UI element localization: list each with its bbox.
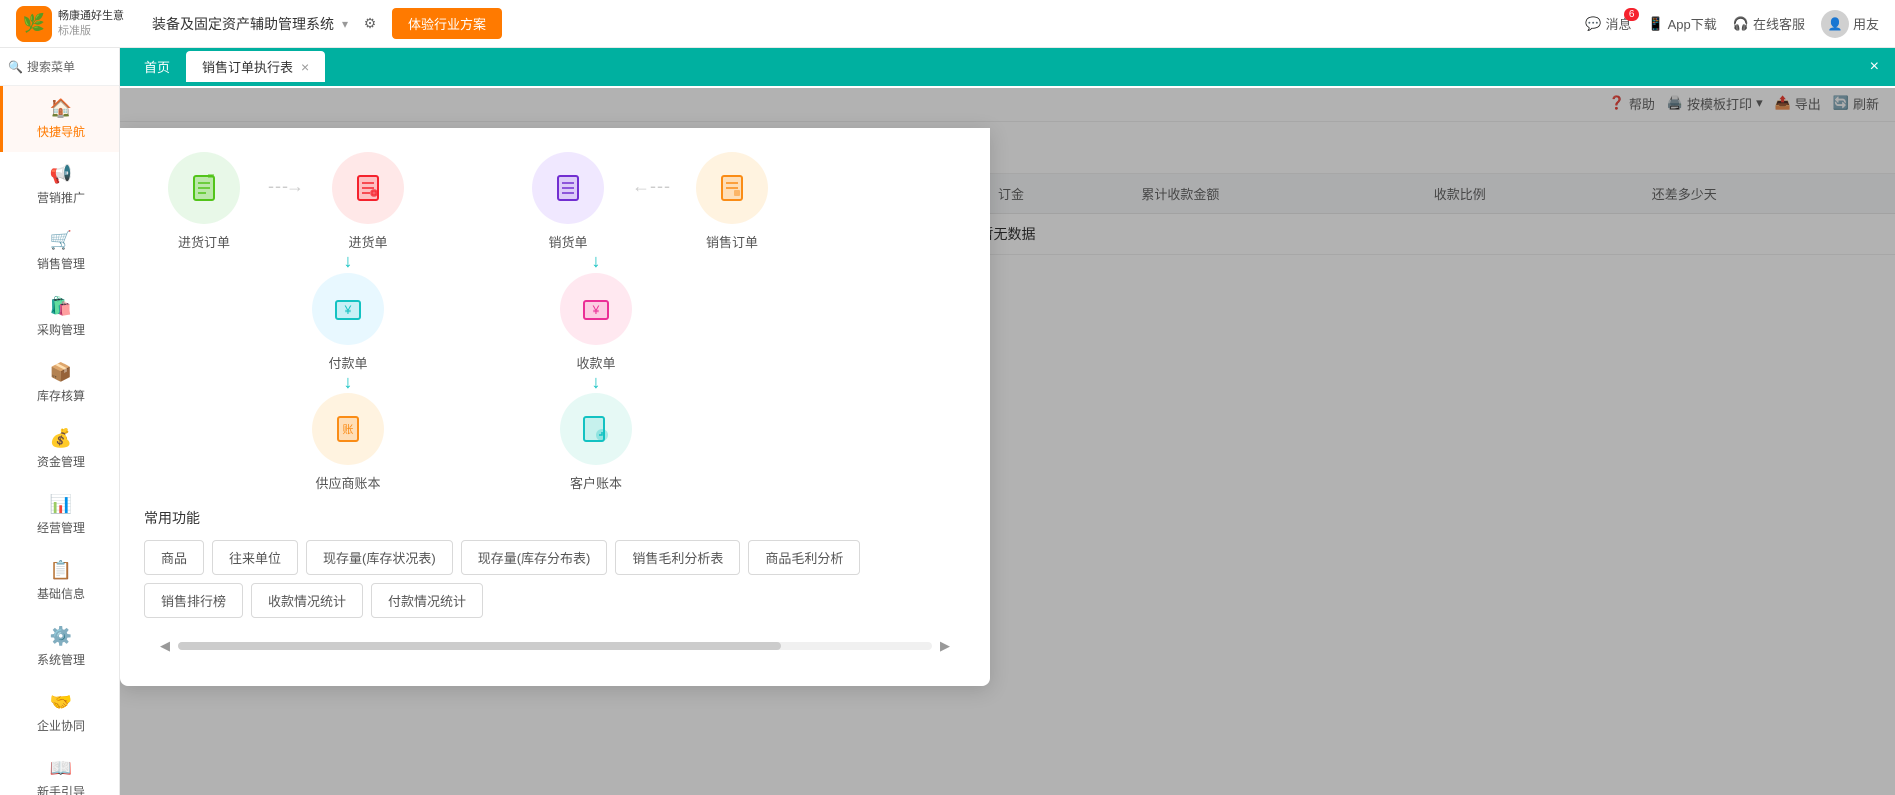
arrow-sale-order-to-bill: ←- - - bbox=[632, 176, 668, 197]
common-btn-goods[interactable]: 商品 bbox=[144, 540, 204, 575]
common-buttons-row-1: 商品 往来单位 现存量(库存状况表) 现存量(库存分布表) 销售毛利分析表 商品… bbox=[144, 540, 966, 575]
flow-node-sale-bill[interactable]: 销货单 bbox=[532, 152, 604, 251]
flow-node-customer-ledger[interactable]: 客户账本 bbox=[560, 393, 632, 492]
svg-text:账: 账 bbox=[343, 423, 354, 436]
logo-area: 🌿 畅康通好生意 标准版 bbox=[16, 6, 136, 42]
logo-text: 畅康通好生意 标准版 bbox=[58, 9, 124, 38]
sidebar-item-quick-nav[interactable]: 🏠 快捷导航 bbox=[0, 86, 119, 152]
scroll-track bbox=[178, 642, 932, 650]
logo-icon: 🌿 bbox=[16, 6, 52, 42]
basic-info-icon: 📋 bbox=[50, 560, 72, 581]
common-btn-goods-gross[interactable]: 商品毛利分析 bbox=[748, 540, 860, 575]
scroll-thumb[interactable] bbox=[178, 642, 781, 650]
flow-node-receipt[interactable]: ¥ 收款单 bbox=[560, 273, 632, 372]
flow-node-purchase-order[interactable]: 进货订单 bbox=[168, 152, 240, 251]
content-area: 首页 销售订单执行表 × × ❓ 帮助 🖨️ 按模板打印 bbox=[120, 48, 1895, 795]
common-btn-payment-stats[interactable]: 付款情况统计 bbox=[371, 583, 483, 618]
sidebar-item-guide[interactable]: 📖 新手引导 bbox=[0, 746, 119, 795]
purchase-order-icon bbox=[168, 152, 240, 224]
sidebar: 🔍 搜索菜单 🏠 快捷导航 📢 营销推广 🛒 销售管理 🛍️ 采购管理 📦 bbox=[0, 48, 120, 795]
tab-sales-order[interactable]: 销售订单执行表 × bbox=[186, 51, 325, 82]
app-download-btn[interactable]: 📱 App下载 bbox=[1647, 14, 1716, 33]
flow-node-payment[interactable]: ¥ 付款单 bbox=[312, 273, 384, 372]
common-buttons-row-2: 销售排行榜 收款情况统计 付款情况统计 bbox=[144, 583, 966, 618]
common-btn-stock-dist[interactable]: 现存量(库存分布表) bbox=[461, 540, 608, 575]
message-btn[interactable]: 💬 消息 6 bbox=[1585, 14, 1631, 33]
common-btn-sales-gross[interactable]: 销售毛利分析表 bbox=[615, 540, 740, 575]
sidebar-item-operations[interactable]: 📊 经营管理 bbox=[0, 482, 119, 548]
sidebar-item-sales[interactable]: 🛒 销售管理 bbox=[0, 218, 119, 284]
sidebar-item-purchase[interactable]: 🛍️ 采购管理 bbox=[0, 284, 119, 350]
online-service-btn[interactable]: 🎧 在线客服 bbox=[1733, 14, 1805, 33]
flow-node-sale-order[interactable]: 销售订单 bbox=[696, 152, 768, 251]
scroll-left-btn[interactable]: ◀ bbox=[160, 638, 170, 654]
popup-overlay[interactable]: 进货订单 - - -→ 进货单 bbox=[120, 88, 1895, 795]
message-icon: 💬 bbox=[1585, 16, 1601, 32]
arrow-purchase-order-to-bill: - - -→ bbox=[268, 176, 304, 197]
scroll-indicator: ◀ ▶ bbox=[144, 630, 966, 662]
marketing-icon: 📢 bbox=[50, 164, 72, 185]
flow-node-supplier-ledger[interactable]: 账 供应商账本 bbox=[312, 393, 384, 492]
home-icon: 🏠 bbox=[50, 98, 72, 119]
scroll-right-btn[interactable]: ▶ bbox=[940, 638, 950, 654]
common-btn-receipt-stats[interactable]: 收款情况统计 bbox=[251, 583, 363, 618]
quick-nav-popup: 进货订单 - - -→ 进货单 bbox=[120, 128, 990, 686]
common-functions-title: 常用功能 bbox=[144, 508, 966, 528]
svg-text:¥: ¥ bbox=[592, 303, 600, 317]
user-avatar[interactable]: 👤 用友 bbox=[1821, 10, 1879, 38]
search-icon: 🔍 bbox=[8, 60, 23, 74]
sidebar-item-enterprise[interactable]: 🤝 企业协同 bbox=[0, 680, 119, 746]
tab-close-icon[interactable]: × bbox=[301, 59, 309, 75]
common-btn-stock-status[interactable]: 现存量(库存状况表) bbox=[306, 540, 453, 575]
top-right: 💬 消息 6 📱 App下载 🎧 在线客服 👤 用友 bbox=[1585, 10, 1879, 38]
phone-icon: 📱 bbox=[1647, 16, 1663, 32]
purchase-icon: 🛍️ bbox=[50, 296, 72, 317]
search-menu-btn[interactable]: 🔍 搜索菜单 bbox=[0, 48, 119, 86]
tab-bar: 首页 销售订单执行表 × × bbox=[120, 48, 1895, 86]
purchase-bill-icon bbox=[332, 152, 404, 224]
flow-node-purchase-bill[interactable]: 进货单 bbox=[332, 152, 404, 251]
sidebar-item-finance[interactable]: 💰 资金管理 bbox=[0, 416, 119, 482]
sidebar-item-system[interactable]: ⚙️ 系统管理 bbox=[0, 614, 119, 680]
common-btn-partner[interactable]: 往来单位 bbox=[212, 540, 298, 575]
title-dropdown-icon[interactable]: ▾ bbox=[342, 17, 348, 31]
common-btn-sales-rank[interactable]: 销售排行榜 bbox=[144, 583, 243, 618]
settings-icon[interactable]: ⚙ bbox=[356, 10, 384, 38]
inventory-icon: 📦 bbox=[50, 362, 72, 383]
avatar: 👤 bbox=[1821, 10, 1849, 38]
sidebar-item-basic-info[interactable]: 📋 基础信息 bbox=[0, 548, 119, 614]
system-icon: ⚙️ bbox=[50, 626, 72, 647]
receipt-icon: ¥ bbox=[560, 273, 632, 345]
enterprise-icon: 🤝 bbox=[50, 692, 72, 713]
common-functions-section: 常用功能 商品 往来单位 现存量(库存状况表) 现存量(库存分布表) 销售毛利分… bbox=[144, 508, 966, 618]
sale-bill-icon bbox=[532, 152, 604, 224]
sales-icon: 🛒 bbox=[50, 230, 72, 251]
operations-icon: 📊 bbox=[50, 494, 72, 515]
svg-text:¥: ¥ bbox=[344, 303, 352, 317]
window-close-icon[interactable]: × bbox=[1862, 58, 1887, 76]
finance-icon: 💰 bbox=[50, 428, 72, 449]
tab-home[interactable]: 首页 bbox=[128, 49, 186, 84]
service-icon: 🎧 bbox=[1733, 16, 1749, 32]
payment-icon: ¥ bbox=[312, 273, 384, 345]
sale-order-icon bbox=[696, 152, 768, 224]
guide-icon: 📖 bbox=[50, 758, 72, 779]
customer-ledger-icon bbox=[560, 393, 632, 465]
experience-btn[interactable]: 体验行业方案 bbox=[392, 8, 502, 39]
sidebar-item-marketing[interactable]: 📢 营销推广 bbox=[0, 152, 119, 218]
sidebar-item-inventory[interactable]: 📦 库存核算 bbox=[0, 350, 119, 416]
supplier-ledger-icon: 账 bbox=[312, 393, 384, 465]
system-title: 装备及固定资产辅助管理系统 ▾ ⚙ 体验行业方案 bbox=[152, 8, 1585, 39]
